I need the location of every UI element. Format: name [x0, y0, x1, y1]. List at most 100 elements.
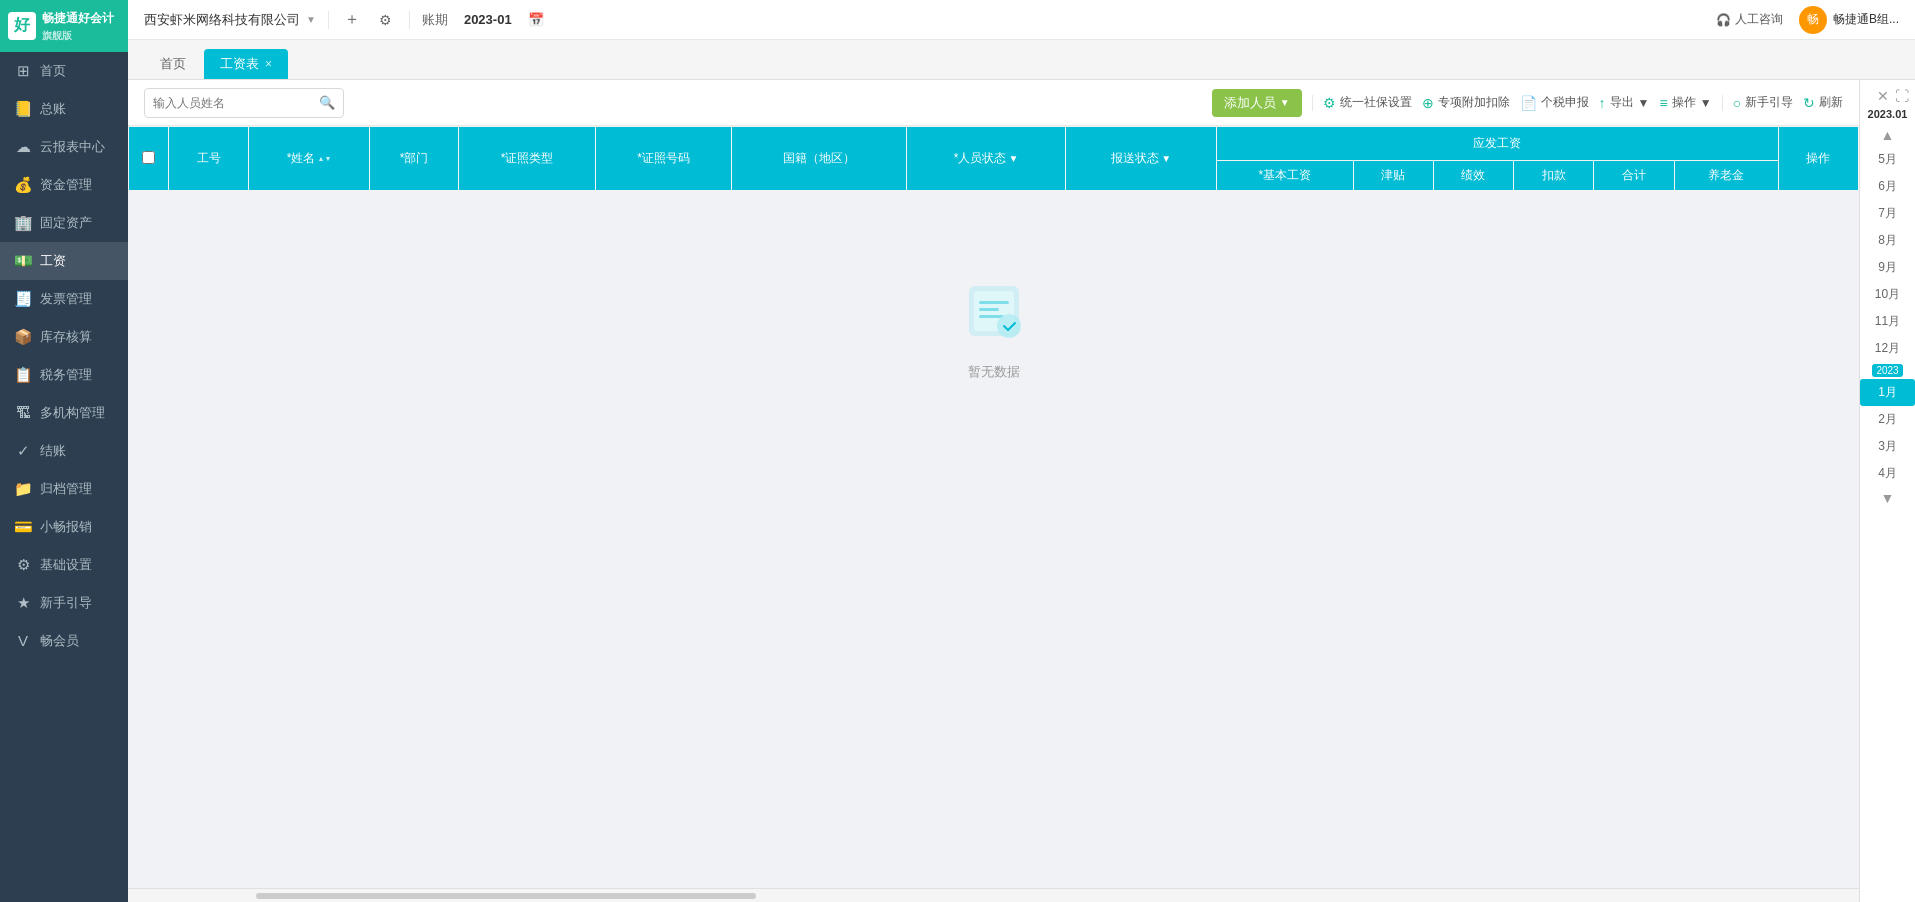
th-report-status[interactable]: 报送状态 ▼	[1066, 127, 1217, 191]
social-security-label: 统一社保设置	[1340, 94, 1412, 111]
sidebar-item-label-close: 结账	[40, 442, 66, 460]
date-month-5[interactable]: 5月	[1860, 146, 1915, 173]
sidebar-item-inventory[interactable]: 📦 库存核算	[0, 318, 128, 356]
sidebar-item-label-settings: 基础设置	[40, 556, 92, 574]
sidebar-item-expense[interactable]: 💳 小畅报销	[0, 508, 128, 546]
add-person-label: 添加人员	[1224, 94, 1276, 112]
action-tax[interactable]: 📄 个税申报	[1520, 94, 1589, 111]
date-prev-button[interactable]: ▲	[1878, 124, 1898, 146]
topbar-divider-2	[409, 11, 410, 29]
empty-text: 暂无数据	[968, 363, 1020, 381]
date-month-6[interactable]: 6月	[1860, 173, 1915, 200]
sidebar-item-label-ledger: 总账	[40, 100, 66, 118]
cloud-report-icon: ☁	[14, 138, 32, 156]
action-guide[interactable]: ○ 新手引导	[1733, 94, 1793, 111]
panel-close-button[interactable]: ✕	[1877, 88, 1889, 104]
action-refresh[interactable]: ↻ 刷新	[1803, 94, 1843, 111]
invoice-icon: 🧾	[14, 290, 32, 308]
sidebar-item-guide[interactable]: ★ 新手引导	[0, 584, 128, 622]
sidebar-item-label-home: 首页	[40, 62, 66, 80]
date-month-1[interactable]: 1月	[1860, 379, 1915, 406]
guide-icon: ★	[14, 594, 32, 612]
sidebar-item-fund[interactable]: 💰 资金管理	[0, 166, 128, 204]
tab-close-icon[interactable]: ×	[265, 57, 272, 71]
th-deduction: 扣款	[1514, 161, 1594, 191]
sidebar-item-ledger[interactable]: 📒 总账	[0, 90, 128, 128]
date-month-7[interactable]: 7月	[1860, 200, 1915, 227]
date-month-9[interactable]: 9月	[1860, 254, 1915, 281]
date-month-2[interactable]: 2月	[1860, 406, 1915, 433]
action-operations[interactable]: ≡ 操作 ▼	[1659, 94, 1711, 111]
th-id: 工号	[169, 127, 249, 191]
sidebar-item-label-multi-org: 多机构管理	[40, 404, 105, 422]
date-month-4[interactable]: 4月	[1860, 460, 1915, 487]
tab-payroll-table[interactable]: 工资表 ×	[204, 49, 288, 79]
th-country: 国籍（地区）	[732, 127, 906, 191]
h-scrollbar[interactable]	[256, 893, 756, 899]
ledger-icon: 📒	[14, 100, 32, 118]
sidebar-item-multi-org[interactable]: 🏗 多机构管理	[0, 394, 128, 432]
sidebar-item-label-payroll: 工资	[40, 252, 66, 270]
date-month-12[interactable]: 12月	[1860, 335, 1915, 362]
sidebar-item-archive[interactable]: 📁 归档管理	[0, 470, 128, 508]
social-security-icon: ⚙	[1323, 95, 1336, 111]
th-dept: *部门	[369, 127, 458, 191]
action-export[interactable]: ↑ 导出 ▼	[1599, 94, 1650, 111]
sidebar-item-home[interactable]: ⊞ 首页	[0, 52, 128, 90]
sidebar-item-close[interactable]: ✓ 结账	[0, 432, 128, 470]
sidebar-item-settings[interactable]: ⚙ 基础设置	[0, 546, 128, 584]
export-dropdown-icon: ▼	[1638, 96, 1650, 110]
period-calendar-icon[interactable]: 📅	[528, 12, 544, 27]
sidebar-item-invoice[interactable]: 🧾 发票管理	[0, 280, 128, 318]
logo-icon: 好	[8, 12, 36, 40]
th-performance: 绩效	[1433, 161, 1513, 191]
tab-home[interactable]: 首页	[144, 49, 202, 79]
sidebar-item-cloud-report[interactable]: ☁ 云报表中心	[0, 128, 128, 166]
empty-state-row: 暂无数据	[129, 191, 1859, 462]
user-info[interactable]: 畅 畅捷通B组...	[1799, 6, 1899, 34]
special-deduction-label: 专项附加扣除	[1438, 94, 1510, 111]
company-dropdown-icon: ▼	[306, 14, 316, 25]
action-special-deduction[interactable]: ⊕ 专项附加扣除	[1422, 94, 1510, 111]
date-month-8[interactable]: 8月	[1860, 227, 1915, 254]
current-year-badge: 2023	[1872, 364, 1902, 377]
date-next-button[interactable]: ▼	[1878, 487, 1898, 509]
add-person-button[interactable]: 添加人员 ▼	[1212, 89, 1302, 117]
date-month-11[interactable]: 11月	[1860, 308, 1915, 335]
th-name[interactable]: *姓名 ▲▼	[249, 127, 370, 191]
date-month-3[interactable]: 3月	[1860, 433, 1915, 460]
date-month-10[interactable]: 10月	[1860, 281, 1915, 308]
th-checkbox[interactable]	[129, 127, 169, 191]
special-deduction-icon: ⊕	[1422, 95, 1434, 111]
company-selector[interactable]: 西安虾米网络科技有限公司 ▼	[144, 11, 316, 29]
th-id-number: *证照号码	[595, 127, 731, 191]
tax-label: 个税申报	[1541, 94, 1589, 111]
topbar-settings-button[interactable]: ⚙	[375, 9, 397, 31]
topbar-add-button[interactable]: ＋	[341, 9, 363, 31]
action-social-security[interactable]: ⚙ 统一社保设置	[1323, 94, 1412, 111]
topbar-right: 🎧 人工咨询 畅 畅捷通B组...	[1716, 6, 1899, 34]
fixed-assets-icon: 🏢	[14, 214, 32, 232]
refresh-icon: ↻	[1803, 95, 1815, 111]
headset-icon: 🎧	[1716, 13, 1731, 27]
sidebar-item-label-member: 畅会员	[40, 632, 79, 650]
select-all-checkbox[interactable]	[142, 151, 155, 164]
inventory-icon: 📦	[14, 328, 32, 346]
search-input[interactable]	[153, 96, 319, 110]
sidebar-item-tax[interactable]: 📋 税务管理	[0, 356, 128, 394]
sidebar-item-member[interactable]: V 畅会员	[0, 622, 128, 660]
panel-maximize-button[interactable]: ⛶	[1895, 88, 1909, 104]
tab-home-label: 首页	[160, 55, 186, 73]
table-wrapper: 工号 *姓名 ▲▼ *部门 *证照类型 *证照号码 国籍（地区）	[128, 126, 1859, 888]
sidebar: 好 畅捷通好会计 旗舰版 ⊞ 首页 📒 总账 ☁ 云报表中心 💰 资金管理 🏢 …	[0, 0, 128, 902]
service-label: 人工咨询	[1735, 11, 1783, 28]
add-person-dropdown-icon: ▼	[1280, 97, 1290, 108]
sidebar-item-payroll[interactable]: 💵 工资	[0, 242, 128, 280]
refresh-label: 刷新	[1819, 94, 1843, 111]
service-button[interactable]: 🎧 人工咨询	[1716, 11, 1783, 28]
svg-rect-4	[979, 315, 1004, 318]
app-logo: 好 畅捷通好会计 旗舰版	[0, 0, 128, 52]
th-status[interactable]: *人员状态 ▼	[906, 127, 1066, 191]
sidebar-item-fixed-assets[interactable]: 🏢 固定资产	[0, 204, 128, 242]
date-panel-top: ✕ ⛶	[1860, 84, 1915, 104]
